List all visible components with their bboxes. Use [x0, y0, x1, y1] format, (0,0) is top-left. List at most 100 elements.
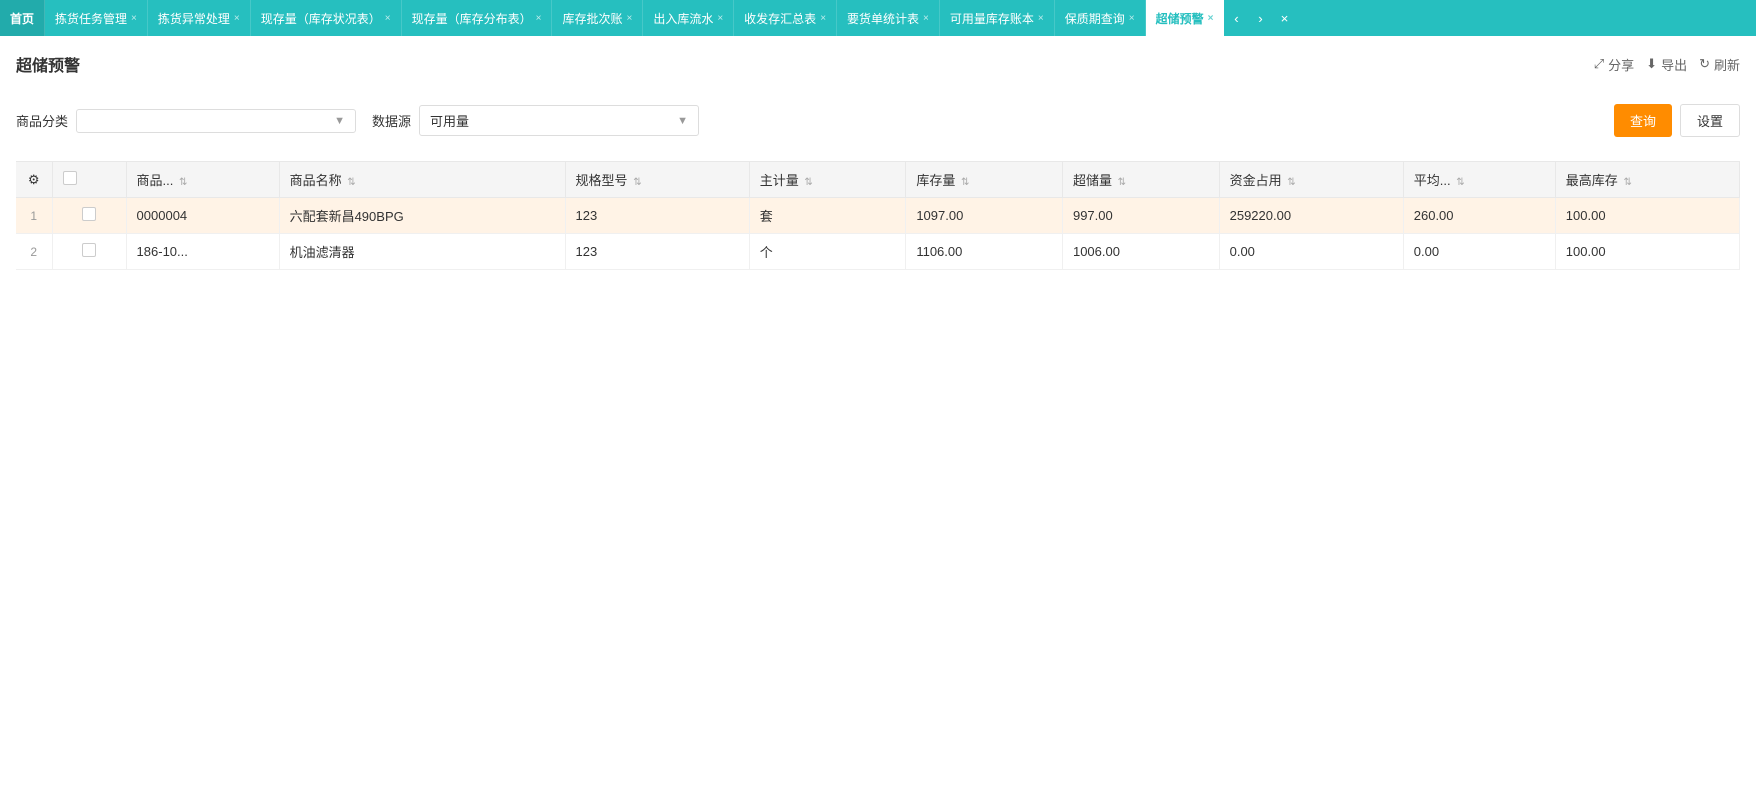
table-header: ⚙ 商品... ⇅ 商品名称 ⇅ 规格型号 ⇅ [16, 162, 1740, 198]
data-source-select[interactable]: 可用量 ▼ [419, 105, 699, 136]
nav-item-inventory-status[interactable]: 现存量（库存状况表） × [251, 0, 402, 36]
cell-capital: 0.00 [1219, 234, 1403, 270]
filter-area: 商品分类 ▼ 数据源 可用量 ▼ 查询 设置 [16, 92, 1740, 149]
cell-stock: 1106.00 [906, 234, 1063, 270]
nav-item-exception[interactable]: 拣货异常处理 × [148, 0, 251, 36]
th-stock[interactable]: 库存量 ⇅ [906, 162, 1063, 198]
cell-max-stock: 100.00 [1555, 234, 1739, 270]
cell-avg: 260.00 [1403, 198, 1555, 234]
data-table: ⚙ 商品... ⇅ 商品名称 ⇅ 规格型号 ⇅ [16, 161, 1740, 270]
close-icon[interactable]: × [131, 13, 137, 24]
query-button[interactable]: 查询 [1614, 104, 1672, 137]
sort-icon: ⇅ [1623, 177, 1631, 188]
refresh-button[interactable]: ↻ 刷新 [1699, 55, 1740, 74]
table-body: 1 0000004 六配套新昌490BPG 123 套 1097.00 997.… [16, 198, 1740, 270]
cell-product-name: 六配套新昌490BPG [279, 198, 565, 234]
cell-capital: 259220.00 [1219, 198, 1403, 234]
nav-item-summary[interactable]: 收发存汇总表 × [734, 0, 837, 36]
close-icon[interactable]: × [717, 13, 723, 24]
cell-unit: 个 [749, 234, 906, 270]
cell-product-code: 0000004 [126, 198, 279, 234]
th-capital[interactable]: 资金占用 ⇅ [1219, 162, 1403, 198]
close-icon[interactable]: × [234, 13, 240, 24]
nav-item-inventory-dist[interactable]: 现存量（库存分布表） × [402, 0, 553, 36]
close-icon[interactable]: × [923, 13, 929, 24]
row-checkbox[interactable] [82, 207, 96, 221]
close-icon[interactable]: × [385, 13, 391, 24]
product-category-select[interactable]: ▼ [76, 109, 356, 133]
nav-arrow-left[interactable]: ‹ [1224, 0, 1248, 36]
share-icon: ⤢ [1594, 56, 1604, 72]
header-actions: ⤢ 分享 ⬇ 导出 ↻ 刷新 [1594, 55, 1740, 74]
th-max-stock[interactable]: 最高库存 ⇅ [1555, 162, 1739, 198]
cell-avg: 0.00 [1403, 234, 1555, 270]
top-nav: 首页 拣货任务管理 × 拣货异常处理 × 现存量（库存状况表） × 现存量（库存… [0, 0, 1756, 36]
nav-item-overstock[interactable]: 超储预警 × [1146, 0, 1225, 36]
sort-icon: ⇅ [347, 177, 355, 188]
sort-icon: ⇅ [804, 177, 812, 188]
table-row: 2 186-10... 机油滤清器 123 个 1106.00 1006.00 … [16, 234, 1740, 270]
cell-product-name: 机油滤清器 [279, 234, 565, 270]
th-overstock[interactable]: 超储量 ⇅ [1062, 162, 1219, 198]
row-index: 1 [16, 198, 52, 234]
nav-item-task-mgmt[interactable]: 拣货任务管理 × [45, 0, 148, 36]
nav-arrow-right[interactable]: › [1248, 0, 1272, 36]
sort-icon: ⇅ [633, 177, 641, 188]
table-row: 1 0000004 六配套新昌490BPG 123 套 1097.00 997.… [16, 198, 1740, 234]
close-icon[interactable]: × [626, 13, 632, 24]
close-icon[interactable]: × [1038, 13, 1044, 24]
export-button[interactable]: ⬇ 导出 [1646, 55, 1687, 74]
row-checkbox[interactable] [82, 243, 96, 257]
data-source-value: 可用量 [430, 111, 469, 130]
page-header: 超储预警 ⤢ 分享 ⬇ 导出 ↻ 刷新 [16, 52, 1740, 76]
chevron-down-icon: ▼ [677, 115, 688, 127]
th-product-code[interactable]: 商品... ⇅ [126, 162, 279, 198]
row-checkbox-cell[interactable] [52, 198, 126, 234]
th-gear[interactable]: ⚙ [16, 162, 52, 198]
sort-icon: ⇅ [961, 177, 969, 188]
product-category-filter: 商品分类 ▼ [16, 109, 356, 133]
refresh-icon: ↻ [1699, 56, 1710, 72]
share-button[interactable]: ⤢ 分享 [1594, 55, 1634, 74]
close-icon[interactable]: × [536, 13, 542, 24]
th-avg[interactable]: 平均... ⇅ [1403, 162, 1555, 198]
nav-item-inout-flow[interactable]: 出入库流水 × [643, 0, 734, 36]
th-spec[interactable]: 规格型号 ⇅ [565, 162, 749, 198]
cell-spec: 123 [565, 198, 749, 234]
cell-spec: 123 [565, 234, 749, 270]
row-checkbox-cell[interactable] [52, 234, 126, 270]
chevron-down-icon: ▼ [334, 115, 345, 127]
row-index: 2 [16, 234, 52, 270]
cell-unit: 套 [749, 198, 906, 234]
cell-overstock: 1006.00 [1062, 234, 1219, 270]
select-all-checkbox[interactable] [63, 171, 77, 185]
export-icon: ⬇ [1646, 56, 1657, 72]
page-title: 超储预警 [16, 52, 80, 76]
close-icon[interactable]: × [1208, 13, 1214, 24]
nav-item-available-book[interactable]: 可用量库存账本 × [940, 0, 1055, 36]
settings-button[interactable]: 设置 [1680, 104, 1740, 137]
sort-icon: ⇅ [1456, 177, 1464, 188]
th-product-name[interactable]: 商品名称 ⇅ [279, 162, 565, 198]
nav-item-home[interactable]: 首页 [0, 0, 45, 36]
cell-product-code: 186-10... [126, 234, 279, 270]
close-icon[interactable]: × [1129, 13, 1135, 24]
cell-overstock: 997.00 [1062, 198, 1219, 234]
nav-item-order-stats[interactable]: 要货单统计表 × [837, 0, 940, 36]
sort-icon: ⇅ [179, 177, 187, 188]
gear-icon: ⚙ [28, 172, 40, 188]
close-icon[interactable]: × [820, 13, 826, 24]
sort-icon: ⇅ [1118, 177, 1126, 188]
cell-stock: 1097.00 [906, 198, 1063, 234]
th-unit[interactable]: 主计量 ⇅ [749, 162, 906, 198]
nav-item-batch-account[interactable]: 库存批次账 × [552, 0, 643, 36]
data-source-filter: 数据源 可用量 ▼ [372, 105, 699, 136]
page-container: 超储预警 ⤢ 分享 ⬇ 导出 ↻ 刷新 商品分类 ▼ 数据源 [0, 36, 1756, 800]
data-source-label: 数据源 [372, 111, 411, 130]
product-category-label: 商品分类 [16, 111, 68, 130]
nav-item-expiry[interactable]: 保质期查询 × [1055, 0, 1146, 36]
cell-max-stock: 100.00 [1555, 198, 1739, 234]
th-checkbox[interactable] [52, 162, 126, 198]
nav-arrow-close[interactable]: × [1272, 0, 1296, 36]
filter-actions: 查询 设置 [1614, 104, 1740, 137]
